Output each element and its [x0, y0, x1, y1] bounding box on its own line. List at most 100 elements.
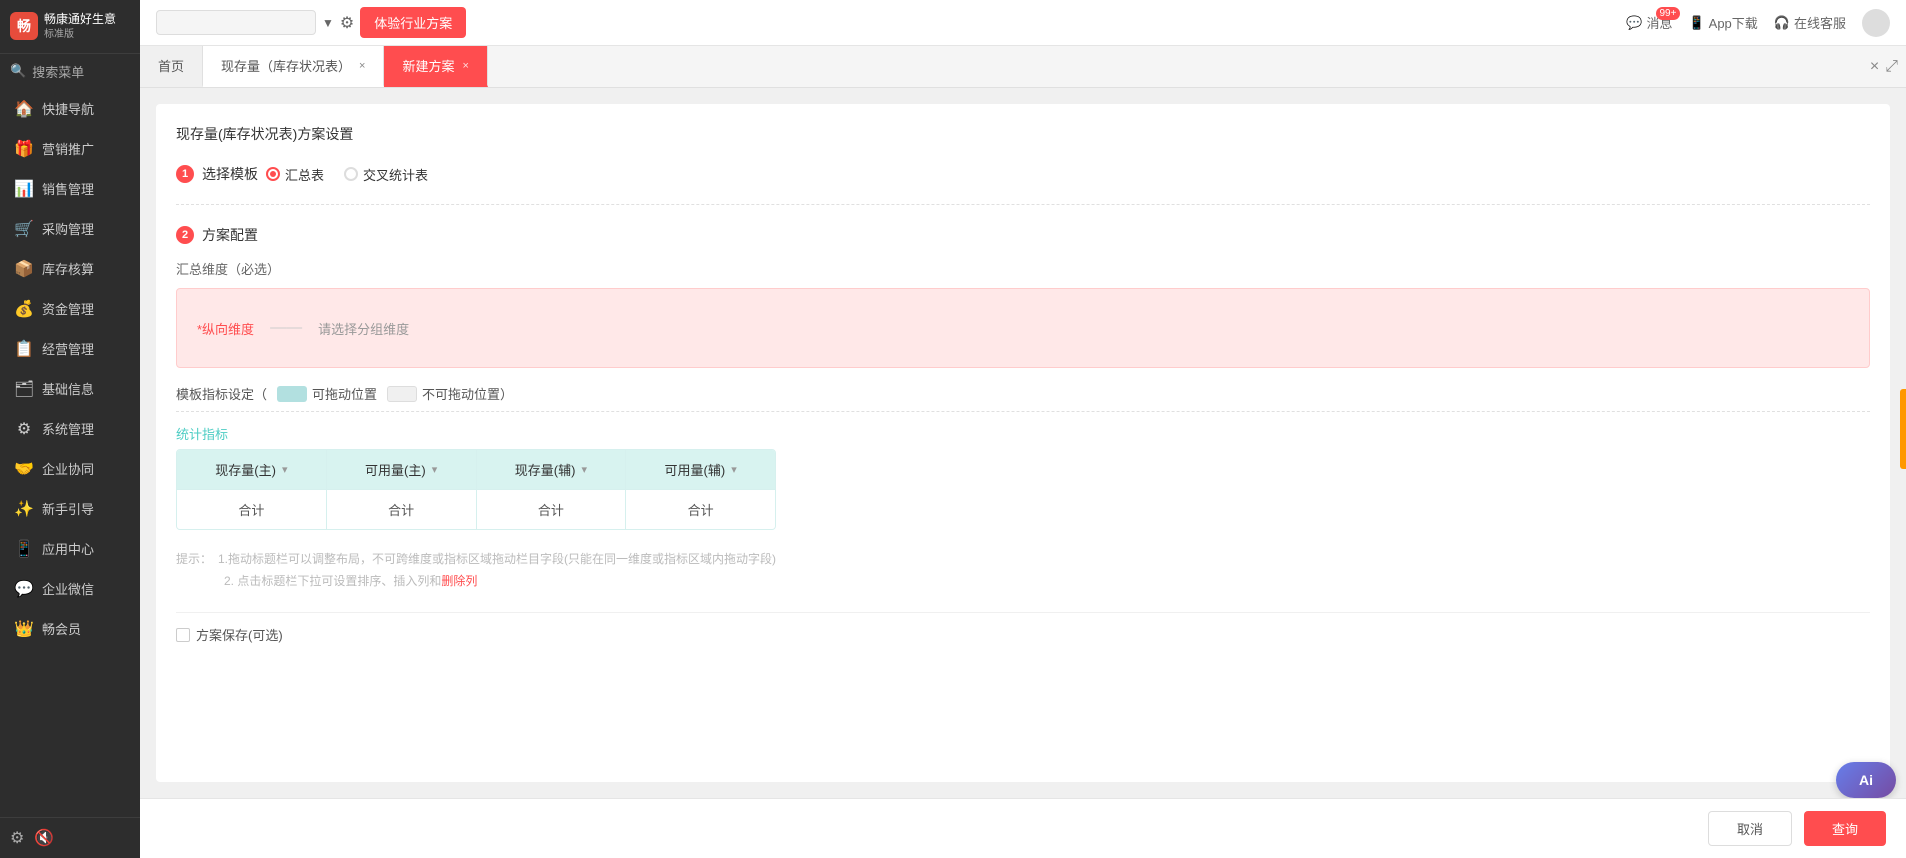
dimension-placeholder: 请选择分组维度: [318, 319, 409, 338]
mute-bottom-btn[interactable]: 🔇: [34, 828, 54, 848]
sidebar-item-quick-nav[interactable]: 🏠 快捷导航: [0, 89, 140, 129]
stats-col-3: 可用量(辅) ▾ 合计: [626, 450, 775, 529]
message-badge: 99+: [1656, 7, 1681, 20]
dimension-config-box[interactable]: *纵向维度 —— 请选择分组维度: [176, 288, 1870, 368]
stats-col-0: 现存量(主) ▾ 合计: [177, 450, 327, 529]
message-icon: 💬: [1626, 15, 1642, 31]
sidebar-bottom: ⚙ 🔇: [0, 817, 140, 858]
tab-new-plan-close[interactable]: ×: [462, 60, 468, 72]
trial-button[interactable]: 体验行业方案: [360, 7, 466, 38]
dimension-divider: ——: [270, 319, 302, 337]
app-download-btn[interactable]: 📱 App下载: [1688, 13, 1757, 32]
sidebar-nav: 🏠 快捷导航 🎁 营销推广 📊 销售管理 🛒 采购管理 📦 库存核算 💰 资金管…: [0, 89, 140, 817]
cart-icon: 🛒: [14, 219, 34, 239]
main-area: ▼ ⚙ 体验行业方案 💬 消息 99+ 📱 App下载 🎧 在线客服 首页: [140, 0, 1906, 858]
stats-col-header-0[interactable]: 现存量(主) ▾: [177, 450, 326, 490]
legend-non-draggable: 不可拖动位置）: [387, 384, 513, 403]
ai-fab-button[interactable]: Ai: [1836, 762, 1896, 798]
save-checkbox[interactable]: [176, 628, 190, 642]
sidebar-item-app-center[interactable]: 📱 应用中心: [0, 529, 140, 569]
query-button[interactable]: 查询: [1804, 811, 1886, 846]
radio-dot-cross: [344, 167, 358, 181]
chevron-down-icon-3[interactable]: ▾: [731, 463, 737, 476]
step2-badge: 2: [176, 226, 194, 244]
close-window-btn[interactable]: ×: [1870, 58, 1879, 76]
search-icon: 🔍: [10, 63, 26, 79]
sparkle-icon: ✨: [14, 499, 34, 519]
tip-1: 提示： 1.拖动标题栏可以调整布局，不可跨维度或指标区域拖动栏目字段(只能在同一…: [176, 549, 1870, 571]
sidebar-search[interactable]: 🔍 搜索菜单: [0, 54, 140, 89]
step2-section: 2 方案配置 汇总维度（必选） *纵向维度 —— 请选择分组维度 模板指标设定（…: [176, 225, 1870, 592]
tab-new-plan[interactable]: 新建方案 ×: [384, 46, 487, 87]
sidebar-item-finance[interactable]: 💰 资金管理: [0, 289, 140, 329]
step1-title: 选择模板: [202, 164, 258, 184]
settings-panel: 现存量(库存状况表)方案设置 1 选择模板 汇总表 交叉统计表: [156, 104, 1890, 782]
sidebar-item-member[interactable]: 👑 畅会员: [0, 609, 140, 649]
content-footer: 方案保存(可选): [176, 612, 1870, 644]
stats-col-header-2[interactable]: 现存量(辅) ▾: [477, 450, 626, 490]
online-service-btn[interactable]: 🎧 在线客服: [1774, 13, 1846, 32]
user-avatar[interactable]: [1862, 9, 1890, 37]
sidebar-item-guide[interactable]: ✨ 新手引导: [0, 489, 140, 529]
sidebar-item-marketing[interactable]: 🎁 营销推广: [0, 129, 140, 169]
save-option: 方案保存(可选): [176, 625, 1870, 644]
chevron-down-icon-0[interactable]: ▾: [282, 463, 288, 476]
page-title: 现存量(库存状况表)方案设置: [176, 124, 1870, 144]
stats-col-body-2: 合计: [477, 490, 626, 529]
chat-icon: 💬: [14, 579, 34, 599]
sidebar-item-system[interactable]: ⚙ 系统管理: [0, 409, 140, 449]
radio-summary-table[interactable]: 汇总表: [266, 165, 324, 184]
sidebar-item-wechat[interactable]: 💬 企业微信: [0, 569, 140, 609]
topbar-search-input[interactable]: [156, 10, 316, 35]
content-area: 现存量(库存状况表)方案设置 1 选择模板 汇总表 交叉统计表: [140, 88, 1906, 858]
sidebar-item-enterprise-collab[interactable]: 🤝 企业协同: [0, 449, 140, 489]
sidebar-item-purchase[interactable]: 🛒 采购管理: [0, 209, 140, 249]
dimension-required-label: *纵向维度: [197, 319, 254, 338]
topbar-search-area: ▼ ⚙ 体验行业方案: [156, 7, 1616, 38]
download-icon: 📱: [1688, 15, 1704, 31]
step1-header: 1 选择模板 汇总表 交叉统计表: [176, 164, 1870, 184]
sidebar-item-basic-info[interactable]: 🗂 基础信息: [0, 369, 140, 409]
topbar-right: 💬 消息 99+ 📱 App下载 🎧 在线客服: [1626, 9, 1890, 37]
sidebar-item-sales[interactable]: 📊 销售管理: [0, 169, 140, 209]
tab-inventory-status[interactable]: 现存量（库存状况表） ×: [203, 46, 384, 87]
topbar-gear-icon[interactable]: ⚙: [340, 13, 354, 33]
home-icon: 🏠: [14, 99, 34, 119]
right-edge-indicator: [1900, 389, 1906, 469]
sidebar-item-inventory[interactable]: 📦 库存核算: [0, 249, 140, 289]
tip-2: 2. 点击标题栏下拉可设置排序、插入列和删除列: [176, 571, 1870, 593]
sidebar-item-management[interactable]: 📋 经营管理: [0, 329, 140, 369]
tabs-window-controls: × ⤢: [1870, 58, 1906, 76]
clipboard-icon: 📋: [14, 339, 34, 359]
chevron-down-icon-2[interactable]: ▾: [581, 463, 587, 476]
tips-section: 提示： 1.拖动标题栏可以调整布局，不可跨维度或指标区域拖动栏目字段(只能在同一…: [176, 549, 1870, 592]
stats-col-header-1[interactable]: 可用量(主) ▾: [327, 450, 476, 490]
stats-col-body-0: 合计: [177, 490, 326, 529]
step-divider-1: [176, 204, 1870, 205]
tab-inventory-close[interactable]: ×: [359, 60, 365, 72]
message-btn[interactable]: 💬 消息 99+: [1626, 13, 1672, 32]
stats-col-header-3[interactable]: 可用量(辅) ▾: [626, 450, 775, 490]
draggable-legend-box: [277, 386, 307, 402]
expand-window-btn[interactable]: ⤢: [1885, 58, 1898, 76]
stats-col-1: 可用量(主) ▾ 合计: [327, 450, 477, 529]
stats-table-header: 现存量(主) ▾ 合计 可用量(主) ▾ 合计: [177, 450, 775, 529]
crown-icon: 👑: [14, 619, 34, 639]
folder-icon: 🗂: [14, 379, 34, 399]
settings-bottom-btn[interactable]: ⚙: [10, 828, 24, 848]
box-icon: 📦: [14, 259, 34, 279]
stats-section-label: 统计指标: [176, 424, 1870, 443]
headset-icon: 🎧: [1774, 15, 1790, 31]
template-radio-group: 汇总表 交叉统计表: [266, 165, 428, 184]
step1-section: 1 选择模板 汇总表 交叉统计表: [176, 164, 1870, 184]
chevron-down-icon-1[interactable]: ▾: [432, 463, 438, 476]
tip-highlight: 删除列: [441, 574, 477, 588]
logo-icon: 畅: [10, 12, 38, 40]
cancel-button[interactable]: 取消: [1708, 811, 1792, 846]
app-logo: 畅 畅康通好生意 标准版: [0, 0, 140, 54]
radio-cross-table[interactable]: 交叉统计表: [344, 165, 428, 184]
topbar: ▼ ⚙ 体验行业方案 💬 消息 99+ 📱 App下载 🎧 在线客服: [140, 0, 1906, 46]
topbar-dropdown-btn[interactable]: ▼: [322, 16, 334, 30]
tab-home[interactable]: 首页: [140, 46, 203, 87]
stats-col-body-3: 合计: [626, 490, 775, 529]
